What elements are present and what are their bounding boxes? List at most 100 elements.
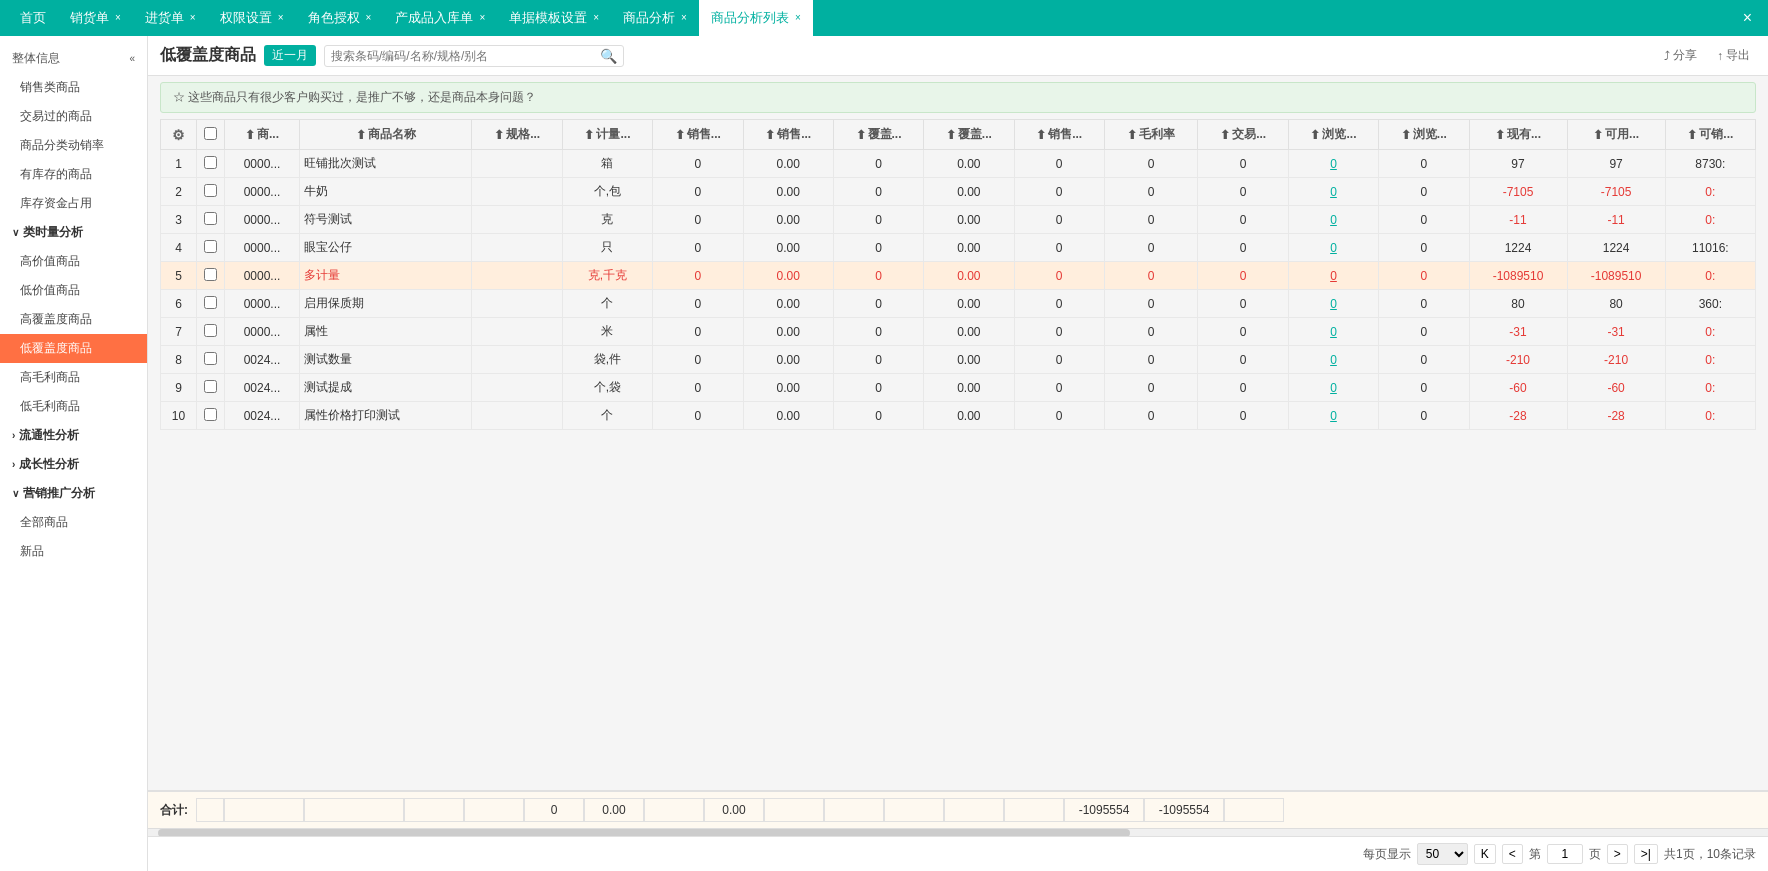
nav-close-permission[interactable]: ×	[278, 0, 284, 36]
cell-gross-rate: 0	[1104, 318, 1198, 346]
row-checkbox[interactable]	[204, 212, 217, 225]
nav-permission[interactable]: 权限设置 ×	[208, 0, 296, 36]
sidebar-item-low-profit[interactable]: 低毛利商品	[0, 392, 147, 421]
cell-name[interactable]: 旺铺批次测试	[300, 150, 472, 178]
next-page-button[interactable]: >	[1607, 844, 1628, 864]
nav-close-analysis-list[interactable]: ×	[795, 0, 801, 36]
sidebar-item-traded-goods[interactable]: 交易过的商品	[0, 102, 147, 131]
sidebar-group-marketing[interactable]: ∨ 营销推广分析	[0, 479, 147, 508]
row-checkbox[interactable]	[204, 296, 217, 309]
cell-name[interactable]: 符号测试	[300, 206, 472, 234]
cell-browse1[interactable]: 0	[1288, 206, 1378, 234]
cell-browse1[interactable]: 0	[1288, 374, 1378, 402]
cell-checkbox[interactable]	[197, 290, 225, 318]
cell-name[interactable]: 牛奶	[300, 178, 472, 206]
sidebar-item-low-coverage[interactable]: 低覆盖度商品	[0, 334, 147, 363]
per-page-select[interactable]: 50 20 100	[1417, 843, 1468, 865]
sidebar-item-category-rate[interactable]: 商品分类动销率	[0, 131, 147, 160]
cell-checkbox[interactable]	[197, 262, 225, 290]
sidebar-global-info-header[interactable]: 整体信息 «	[0, 44, 147, 73]
footer-browse1-empty	[944, 798, 1004, 822]
nav-close-sales[interactable]: ×	[115, 0, 121, 36]
settings-icon[interactable]: ⚙	[172, 127, 185, 143]
cell-browse1[interactable]: 0	[1288, 346, 1378, 374]
cell-name[interactable]: 多计量	[300, 262, 472, 290]
export-button[interactable]: ↑ 导出	[1711, 44, 1756, 67]
row-checkbox[interactable]	[204, 156, 217, 169]
cell-browse1[interactable]: 0	[1288, 234, 1378, 262]
nav-purchase[interactable]: 进货单 ×	[133, 0, 208, 36]
nav-production[interactable]: 产成品入库单 ×	[383, 0, 497, 36]
row-checkbox[interactable]	[204, 324, 217, 337]
nav-close-production[interactable]: ×	[479, 0, 485, 36]
cell-name[interactable]: 属性价格打印测试	[300, 402, 472, 430]
first-page-button[interactable]: K	[1474, 844, 1496, 864]
cell-checkbox[interactable]	[197, 346, 225, 374]
nav-role[interactable]: 角色授权 ×	[296, 0, 384, 36]
row-checkbox[interactable]	[204, 240, 217, 253]
row-checkbox[interactable]	[204, 268, 217, 281]
cell-checkbox[interactable]	[197, 402, 225, 430]
cell-cover1: 0	[833, 402, 923, 430]
cell-name[interactable]: 测试提成	[300, 374, 472, 402]
cell-browse1[interactable]: 0	[1288, 178, 1378, 206]
sidebar-item-in-stock[interactable]: 有库存的商品	[0, 160, 147, 189]
cell-cover2: 0.00	[924, 346, 1014, 374]
select-all-checkbox[interactable]	[204, 127, 217, 140]
cell-browse1[interactable]: 0	[1288, 402, 1378, 430]
cell-checkbox[interactable]	[197, 178, 225, 206]
sidebar-group-category[interactable]: ∨ 类时量分析	[0, 218, 147, 247]
col-settings[interactable]: ⚙	[161, 120, 197, 150]
search-icon[interactable]: 🔍	[600, 48, 617, 64]
sidebar-item-stock-capital[interactable]: 库存资金占用	[0, 189, 147, 218]
nav-analysis-list[interactable]: 商品分析列表 ×	[699, 0, 813, 36]
sidebar-item-high-profit[interactable]: 高毛利商品	[0, 363, 147, 392]
cell-name[interactable]: 测试数量	[300, 346, 472, 374]
cell-browse1[interactable]: 0	[1288, 318, 1378, 346]
cell-name[interactable]: 启用保质期	[300, 290, 472, 318]
horizontal-scrollbar[interactable]	[148, 828, 1768, 836]
row-checkbox[interactable]	[204, 380, 217, 393]
cell-checkbox[interactable]	[197, 206, 225, 234]
prev-page-button[interactable]: <	[1502, 844, 1523, 864]
table-body: 1 0000... 旺铺批次测试 箱 0 0.00 0 0.00 0 0 0 0…	[161, 150, 1756, 430]
search-input[interactable]	[331, 49, 600, 63]
sidebar-item-sales-goods[interactable]: 销售类商品	[0, 73, 147, 102]
nav-sales[interactable]: 销货单 ×	[58, 0, 133, 36]
nav-close-template[interactable]: ×	[593, 0, 599, 36]
cell-checkbox[interactable]	[197, 374, 225, 402]
sidebar-item-high-coverage[interactable]: 高覆盖度商品	[0, 305, 147, 334]
nav-close-analysis[interactable]: ×	[681, 0, 687, 36]
cell-checkbox[interactable]	[197, 234, 225, 262]
time-filter-button[interactable]: 近一月	[264, 45, 316, 66]
sidebar-group-flow[interactable]: › 流通性分析	[0, 421, 147, 450]
sidebar-item-high-value[interactable]: 高价值商品	[0, 247, 147, 276]
nav-close-all-btn[interactable]: ×	[1735, 9, 1760, 27]
row-checkbox[interactable]	[204, 352, 217, 365]
sidebar-group-growth[interactable]: › 成长性分析	[0, 450, 147, 479]
cell-gross-rate: 0	[1104, 290, 1198, 318]
row-checkbox[interactable]	[204, 408, 217, 421]
cell-browse1[interactable]: 0	[1288, 262, 1378, 290]
sidebar-item-low-value[interactable]: 低价值商品	[0, 276, 147, 305]
row-checkbox[interactable]	[204, 184, 217, 197]
nav-analysis[interactable]: 商品分析 ×	[611, 0, 699, 36]
cell-checkbox[interactable]	[197, 318, 225, 346]
cell-sale2: 0	[1014, 206, 1104, 234]
sidebar-item-new-goods[interactable]: 新品	[0, 537, 147, 566]
share-button[interactable]: ⤴ 分享	[1658, 44, 1703, 67]
sidebar-item-all-goods[interactable]: 全部商品	[0, 508, 147, 537]
nav-close-purchase[interactable]: ×	[190, 0, 196, 36]
nav-template[interactable]: 单据模板设置 ×	[497, 0, 611, 36]
cell-checkbox[interactable]	[197, 150, 225, 178]
nav-home[interactable]: 首页	[8, 0, 58, 36]
cell-name[interactable]: 属性	[300, 318, 472, 346]
cell-browse1[interactable]: 0	[1288, 290, 1378, 318]
current-page-input[interactable]	[1547, 844, 1583, 864]
col-unit: ⬆计量...	[562, 120, 652, 150]
cell-saleable: 360:	[1665, 290, 1755, 318]
nav-close-role[interactable]: ×	[366, 0, 372, 36]
cell-name[interactable]: 眼宝公仔	[300, 234, 472, 262]
last-page-button[interactable]: >|	[1634, 844, 1658, 864]
cell-browse1[interactable]: 0	[1288, 150, 1378, 178]
